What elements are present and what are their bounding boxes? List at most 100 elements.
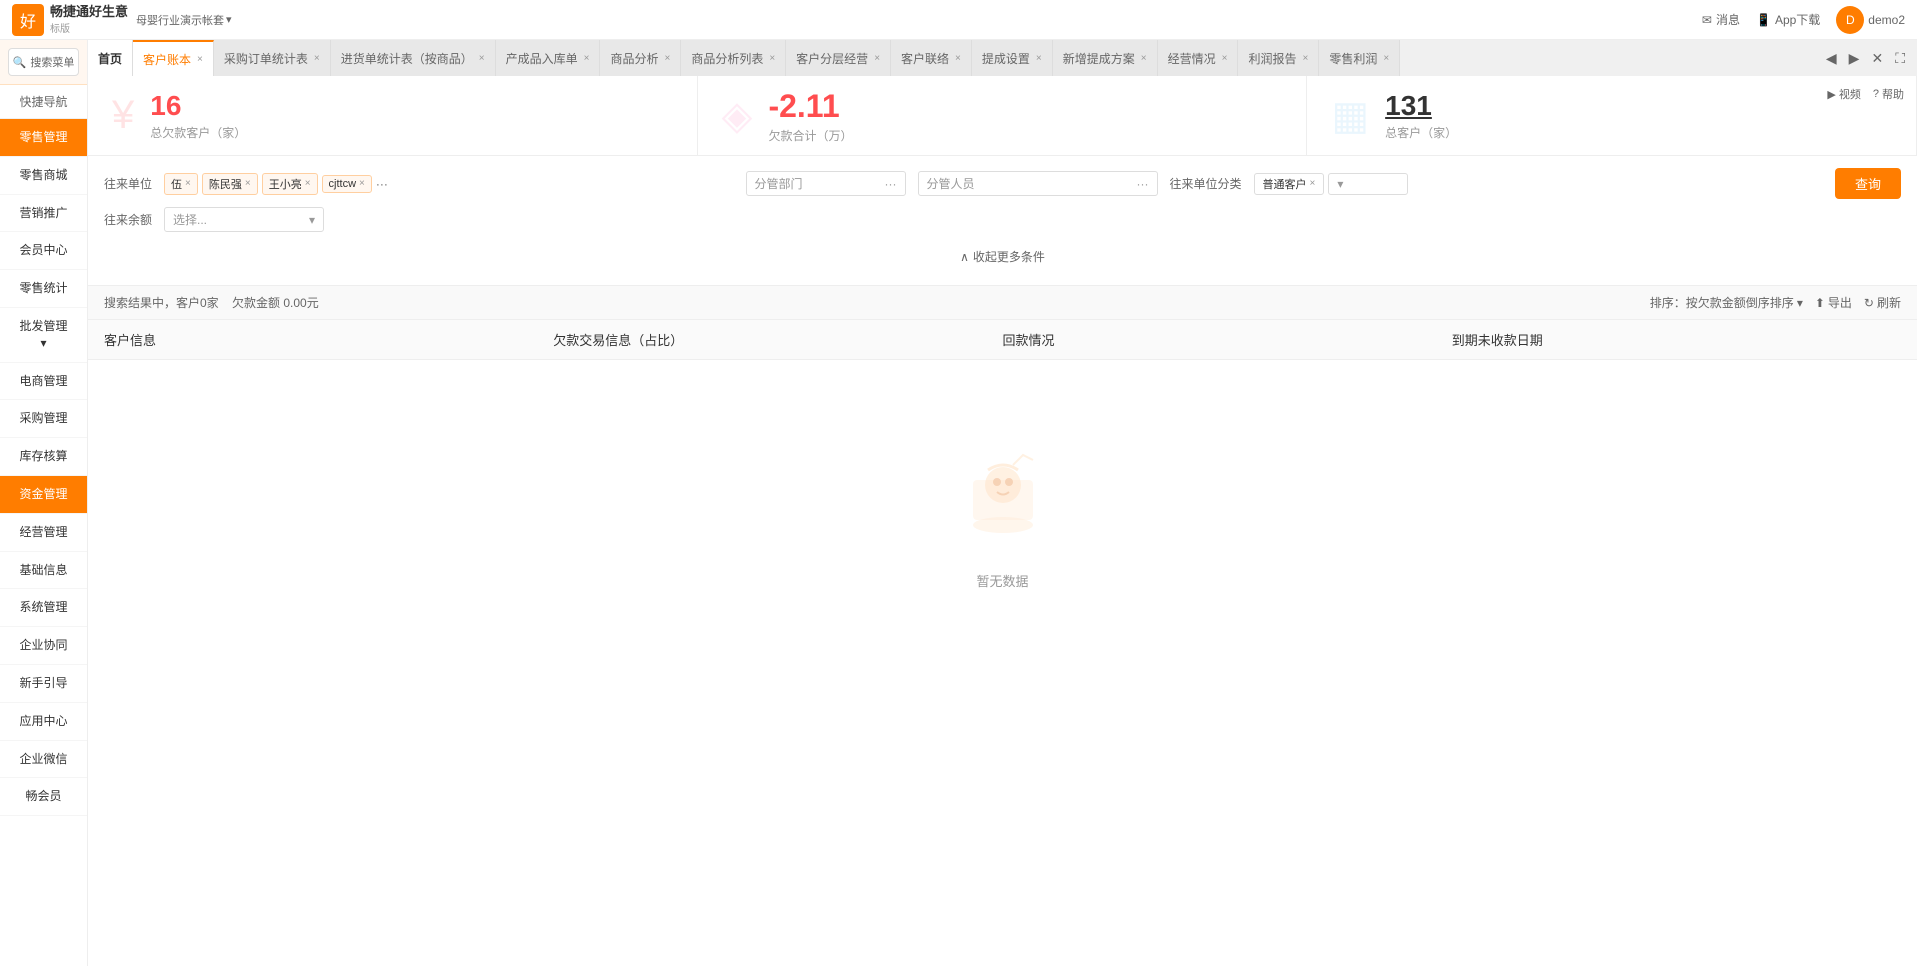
tab-close-icon[interactable]: × bbox=[1222, 53, 1228, 64]
filter-row-1: 往来单位 伍 × 陈民强 × 王小亮 × cjttcw × ··· bbox=[104, 168, 1901, 199]
main-content: ¥ 16 总欠款客户（家） ◈ -2.11 欠款合计（万） ▶ 视频 ? 帮助 … bbox=[88, 76, 1917, 966]
stat-label-total-customers: 总客户（家） bbox=[1385, 124, 1457, 141]
filter-type-tag-normal[interactable]: 普通客户 × bbox=[1254, 173, 1325, 195]
tab-prev-btn[interactable]: ◀ bbox=[1822, 48, 1841, 69]
logo-text-block: 畅捷通好生意 标版 bbox=[50, 4, 128, 35]
tab-close-icon[interactable]: × bbox=[1141, 53, 1147, 64]
sidebar-item-wechat[interactable]: 企业微信 bbox=[0, 741, 87, 779]
sidebar-item-operation[interactable]: 经营管理 bbox=[0, 514, 87, 552]
sidebar-item-retail-mall[interactable]: 零售商城 bbox=[0, 157, 87, 195]
tab-close-icon[interactable]: × bbox=[1302, 53, 1308, 64]
tab-goods-analysis-list[interactable]: 商品分析列表 × bbox=[681, 40, 786, 76]
tag-close-wang[interactable]: × bbox=[305, 178, 311, 189]
unit-label: 往来单位 bbox=[104, 175, 152, 192]
tab-close-icon[interactable]: × bbox=[955, 53, 961, 64]
unit-type-label: 往来单位分类 bbox=[1170, 175, 1242, 192]
sort-chevron-icon: ▾ bbox=[1797, 296, 1803, 310]
sidebar-item-chang-member[interactable]: 畅会员 bbox=[0, 778, 87, 816]
person-select[interactable]: 分管人员 ··· bbox=[918, 171, 1158, 196]
tab-close-all-btn[interactable]: ✕ bbox=[1867, 48, 1887, 69]
sort-label: 排序：按欠款金额倒序排序 bbox=[1650, 294, 1794, 311]
account-dropdown[interactable]: 母婴行业演示帐套 ▾ bbox=[136, 12, 232, 28]
tab-close-icon[interactable]: × bbox=[314, 53, 320, 64]
sidebar-item-retail-stats[interactable]: 零售统计 bbox=[0, 270, 87, 308]
sidebar-item-system[interactable]: 系统管理 bbox=[0, 589, 87, 627]
query-button[interactable]: 查询 bbox=[1835, 168, 1901, 199]
tab-operation-status[interactable]: 经营情况 × bbox=[1158, 40, 1239, 76]
logo-text: 畅捷通好生意 bbox=[50, 4, 128, 20]
empty-icon bbox=[953, 440, 1053, 559]
help-btn[interactable]: ? 帮助 bbox=[1873, 86, 1904, 102]
app-download-btn[interactable]: 📱 App下载 bbox=[1756, 11, 1820, 28]
sidebar-item-wholesale-management[interactable]: 批发管理 ▾ bbox=[0, 308, 87, 363]
col-customer-info: 客户信息 bbox=[104, 330, 553, 349]
filter-bar: 往来单位 伍 × 陈民强 × 王小亮 × cjttcw × ··· bbox=[88, 156, 1917, 286]
tab-retail-profit[interactable]: 零售利润 × bbox=[1319, 40, 1400, 76]
person-expand-icon: ··· bbox=[1137, 177, 1149, 191]
tab-goods-analysis[interactable]: 商品分析 × bbox=[600, 40, 681, 76]
stat-values-debt-amount: -2.11 欠款合计（万） bbox=[768, 88, 852, 144]
sort-select[interactable]: 排序：按欠款金额倒序排序 ▾ bbox=[1650, 294, 1803, 311]
filter-tag-wu[interactable]: 伍 × bbox=[164, 173, 198, 195]
video-btn[interactable]: ▶ 视频 bbox=[1827, 86, 1860, 102]
tab-customer-contact[interactable]: 客户联络 × bbox=[891, 40, 972, 76]
unit-type-tag-close[interactable]: × bbox=[1310, 178, 1316, 189]
filter-tag-chenmingiang[interactable]: 陈民强 × bbox=[202, 173, 258, 195]
tab-close-icon[interactable]: × bbox=[664, 53, 670, 64]
stat-top-right-controls: ▶ 视频 ? 帮助 bbox=[1827, 86, 1904, 102]
unit-filter-tags: 伍 × 陈民强 × 王小亮 × cjttcw × ··· bbox=[164, 173, 733, 195]
top-bar-right: ✉ 消息 📱 App下载 D demo2 bbox=[1702, 6, 1905, 34]
dept-select[interactable]: 分管部门 ··· bbox=[746, 171, 906, 196]
tag-close-chen[interactable]: × bbox=[245, 178, 251, 189]
tab-close-icon[interactable]: × bbox=[479, 53, 485, 64]
tab-home[interactable]: 首页 bbox=[88, 40, 133, 76]
tab-product-instock[interactable]: 产成品入库单 × bbox=[496, 40, 601, 76]
unit-type-dropdown[interactable]: ▾ bbox=[1328, 173, 1408, 195]
balance-select[interactable]: 选择... ▾ bbox=[164, 207, 324, 232]
sidebar-item-new-guide[interactable]: 新手引导 bbox=[0, 665, 87, 703]
tab-commission-setting[interactable]: 提成设置 × bbox=[972, 40, 1053, 76]
tab-close-icon[interactable]: × bbox=[584, 53, 590, 64]
tab-close-icon[interactable]: × bbox=[197, 54, 203, 65]
quick-nav-btn[interactable]: 快捷导航 bbox=[0, 85, 87, 119]
tab-close-icon[interactable]: × bbox=[1036, 53, 1042, 64]
sidebar-item-member-center[interactable]: 会员中心 bbox=[0, 232, 87, 270]
tab-profit-report[interactable]: 利润报告 × bbox=[1238, 40, 1319, 76]
tab-add-commission[interactable]: 新增提成方案 × bbox=[1053, 40, 1158, 76]
more-tags-btn[interactable]: ··· bbox=[376, 177, 388, 191]
sidebar-item-retail-management[interactable]: 零售管理 bbox=[0, 119, 87, 157]
collapse-up-icon: ∧ bbox=[960, 250, 969, 264]
dept-expand-icon: ··· bbox=[885, 177, 897, 191]
sidebar-item-enterprise-collab[interactable]: 企业协同 bbox=[0, 627, 87, 665]
debt-customers-icon: ¥ bbox=[112, 93, 134, 138]
tab-purchase-order-stats[interactable]: 采购订单统计表 × bbox=[214, 40, 331, 76]
tab-close-icon[interactable]: × bbox=[769, 53, 775, 64]
sidebar-item-basic-info[interactable]: 基础信息 bbox=[0, 552, 87, 590]
user-menu[interactable]: D demo2 bbox=[1836, 6, 1905, 34]
message-btn[interactable]: ✉ 消息 bbox=[1702, 11, 1740, 28]
tab-goods-stats[interactable]: 进货单统计表（按商品） × bbox=[331, 40, 496, 76]
tag-close-wu[interactable]: × bbox=[185, 178, 191, 189]
filter-tag-cjttcw[interactable]: cjttcw × bbox=[322, 175, 372, 193]
tab-customer-tier[interactable]: 客户分层经营 × bbox=[786, 40, 891, 76]
logo-area: 好 畅捷通好生意 标版 bbox=[12, 4, 128, 36]
tag-close-cjttcw[interactable]: × bbox=[359, 178, 365, 189]
sidebar-item-marketing[interactable]: 营销推广 bbox=[0, 195, 87, 233]
sidebar-item-purchase[interactable]: 采购管理 bbox=[0, 400, 87, 438]
sidebar-item-inventory[interactable]: 库存核算 bbox=[0, 438, 87, 476]
tab-next-btn[interactable]: ▶ bbox=[1845, 48, 1864, 69]
tab-customer-account[interactable]: 客户账本 × bbox=[133, 40, 214, 76]
search-menu-btn[interactable]: 🔍 搜索菜单 bbox=[8, 48, 79, 76]
sidebar-item-app-center[interactable]: 应用中心 bbox=[0, 703, 87, 741]
sidebar-item-ecommerce[interactable]: 电商管理 bbox=[0, 363, 87, 401]
sidebar-search-area: 🔍 搜索菜单 bbox=[0, 40, 87, 85]
sidebar-item-capital[interactable]: 资金管理 bbox=[0, 476, 87, 514]
export-btn[interactable]: ⬆ 导出 bbox=[1815, 294, 1852, 311]
collapse-btn[interactable]: ∧ 收起更多条件 bbox=[104, 248, 1901, 265]
result-bar: 搜索结果中，客户0家 欠款金额 0.00元 排序：按欠款金额倒序排序 ▾ ⬆ 导… bbox=[88, 286, 1917, 320]
refresh-btn[interactable]: ↻ 刷新 bbox=[1864, 294, 1901, 311]
tab-close-icon[interactable]: × bbox=[1383, 53, 1389, 64]
tab-fullscreen-btn[interactable]: ⛶ bbox=[1891, 48, 1909, 69]
filter-tag-wangxiaoliang[interactable]: 王小亮 × bbox=[262, 173, 318, 195]
tab-close-icon[interactable]: × bbox=[874, 53, 880, 64]
